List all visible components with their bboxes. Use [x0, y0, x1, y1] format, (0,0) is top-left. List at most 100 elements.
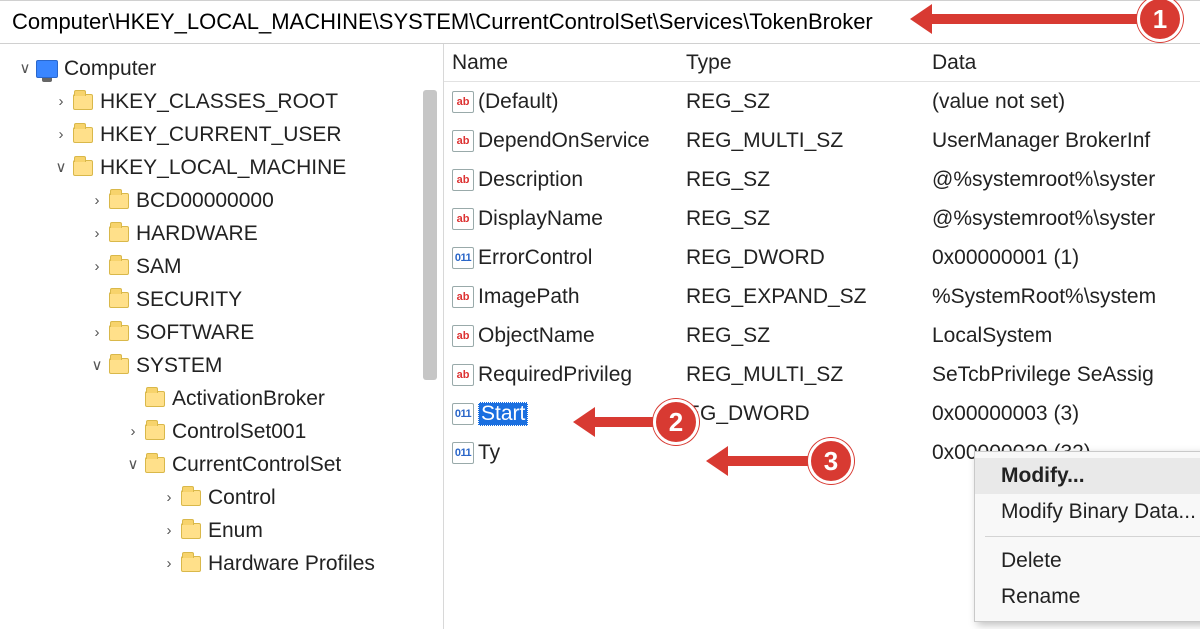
- value-type: REG_SZ: [686, 90, 932, 114]
- column-header-type[interactable]: Type: [686, 51, 932, 75]
- reg-string-icon: ab: [452, 364, 474, 386]
- column-header-name[interactable]: Name: [452, 51, 686, 75]
- reg-string-icon: ab: [452, 91, 474, 113]
- value-data: (value not set): [932, 90, 1200, 114]
- chevron-right-icon[interactable]: ›: [160, 481, 178, 514]
- value-row[interactable]: abDisplayNameREG_SZ@%systemroot%\syster: [444, 199, 1200, 238]
- value-name: RequiredPrivileg: [478, 363, 632, 387]
- folder-icon: [180, 487, 202, 509]
- tree-item[interactable]: ›Control: [0, 481, 443, 514]
- value-row[interactable]: 011ErrorControl REG_DWORD0x00000001 (1): [444, 238, 1200, 277]
- tree-item[interactable]: ∨HKEY_LOCAL_MACHINE: [0, 151, 443, 184]
- tree-item[interactable]: ∨ Computer: [0, 52, 443, 85]
- value-type: REG_SZ: [686, 168, 932, 192]
- reg-dword-icon: 011: [452, 247, 474, 269]
- chevron-right-icon[interactable]: ›: [160, 547, 178, 580]
- context-menu: Modify... Modify Binary Data... Delete R…: [974, 451, 1200, 622]
- reg-string-icon: ab: [452, 130, 474, 152]
- value-row[interactable]: ab(Default)REG_SZ(value not set): [444, 82, 1200, 121]
- registry-values-pane: Name Type Data ab(Default)REG_SZ(value n…: [444, 44, 1200, 629]
- tree-item[interactable]: › SOFTWARE: [0, 316, 443, 349]
- value-row[interactable]: abDependOnServiceREG_MULTI_SZUserManager…: [444, 121, 1200, 160]
- value-row[interactable]: abObjectNameREG_SZLocalSystem: [444, 316, 1200, 355]
- chevron-down-icon[interactable]: ∨: [52, 151, 70, 184]
- value-data: @%systemroot%\syster: [932, 207, 1200, 231]
- value-row[interactable]: abRequiredPrivileg REG_MULTI_SZSeTcbPrivi…: [444, 355, 1200, 394]
- folder-icon: [108, 190, 130, 212]
- tree-item-label: HKEY_CURRENT_USER: [100, 118, 342, 151]
- tree-item[interactable]: › HARDWARE: [0, 217, 443, 250]
- tree-item-label: SECURITY: [136, 283, 242, 316]
- address-bar[interactable]: [0, 0, 1200, 44]
- chevron-right-icon[interactable]: ›: [88, 250, 106, 283]
- tree-item-label: BCD00000000: [136, 184, 274, 217]
- tree-item[interactable]: › BCD00000000: [0, 184, 443, 217]
- tree-item[interactable]: ActivationBroker: [0, 382, 443, 415]
- chevron-right-icon[interactable]: ›: [160, 514, 178, 547]
- reg-string-icon: ab: [452, 169, 474, 191]
- tree-item[interactable]: ›Hardware Profiles: [0, 547, 443, 580]
- tree-item[interactable]: › SAM: [0, 250, 443, 283]
- folder-icon: [108, 355, 130, 377]
- chevron-right-icon[interactable]: ›: [88, 316, 106, 349]
- folder-icon: [72, 124, 94, 146]
- value-row[interactable]: abDescriptionREG_SZ@%systemroot%\syster: [444, 160, 1200, 199]
- folder-icon: [180, 520, 202, 542]
- chevron-down-icon[interactable]: ∨: [16, 52, 34, 85]
- chevron-down-icon[interactable]: ∨: [88, 349, 106, 382]
- folder-icon: [144, 388, 166, 410]
- folder-icon: [108, 289, 130, 311]
- value-data: 0x00000003 (3): [932, 402, 1200, 426]
- value-type: REG_DWORD: [686, 246, 932, 270]
- reg-string-icon: ab: [452, 286, 474, 308]
- chevron-right-icon[interactable]: ›: [88, 217, 106, 250]
- folder-icon: [108, 322, 130, 344]
- folder-icon: [180, 553, 202, 575]
- tree-item[interactable]: ›Enum: [0, 514, 443, 547]
- chevron-down-icon[interactable]: ∨: [124, 448, 142, 481]
- value-name: ObjectName: [478, 324, 595, 348]
- value-type: EG_DWORD: [686, 402, 932, 426]
- tree-scrollbar[interactable]: [423, 90, 437, 380]
- value-name: Description: [478, 168, 583, 192]
- value-data: UserManager BrokerInf: [932, 129, 1200, 153]
- tree-item[interactable]: › HKEY_CURRENT_USER: [0, 118, 443, 151]
- value-row[interactable]: 011StartEG_DWORD0x00000003 (3): [444, 394, 1200, 433]
- folder-icon: [108, 223, 130, 245]
- folder-icon: [108, 256, 130, 278]
- chevron-right-icon[interactable]: ›: [52, 118, 70, 151]
- context-menu-modify-binary[interactable]: Modify Binary Data...: [975, 494, 1200, 530]
- tree-item[interactable]: ∨ CurrentControlSet: [0, 448, 443, 481]
- tree-item-label: SOFTWARE: [136, 316, 254, 349]
- reg-string-icon: ab: [452, 325, 474, 347]
- value-row[interactable]: abImagePathREG_EXPAND_SZ%SystemRoot%\sys…: [444, 277, 1200, 316]
- column-header-data[interactable]: Data: [932, 51, 1200, 75]
- values-header-row: Name Type Data: [444, 44, 1200, 82]
- tree-item-label: ControlSet001: [172, 415, 306, 448]
- value-data: 0x00000001 (1): [932, 246, 1200, 270]
- tree-item-label: Computer: [64, 52, 156, 85]
- chevron-right-icon[interactable]: ›: [52, 85, 70, 118]
- tree-item[interactable]: ∨SYSTEM: [0, 349, 443, 382]
- tree-item-label: HARDWARE: [136, 217, 258, 250]
- reg-dword-icon: 011: [452, 442, 474, 464]
- tree-item[interactable]: SECURITY: [0, 283, 443, 316]
- tree-item[interactable]: › ControlSet001: [0, 415, 443, 448]
- tree-item-label: CurrentControlSet: [172, 448, 341, 481]
- context-menu-separator: [985, 536, 1200, 537]
- value-name: ErrorControl: [478, 246, 592, 270]
- context-menu-rename[interactable]: Rename: [975, 579, 1200, 615]
- context-menu-modify[interactable]: Modify...: [975, 458, 1200, 494]
- chevron-right-icon[interactable]: ›: [124, 415, 142, 448]
- tree-item[interactable]: › HKEY_CLASSES_ROOT: [0, 85, 443, 118]
- tree-item-label: HKEY_CLASSES_ROOT: [100, 85, 338, 118]
- value-type: REG_MULTI_SZ: [686, 363, 932, 387]
- address-input[interactable]: [8, 7, 1192, 37]
- context-menu-delete[interactable]: Delete: [975, 543, 1200, 579]
- chevron-right-icon[interactable]: ›: [88, 184, 106, 217]
- computer-icon: [36, 58, 58, 80]
- value-data: SeTcbPrivilege SeAssig: [932, 363, 1200, 387]
- tree-item-label: SAM: [136, 250, 182, 283]
- registry-tree-pane: ∨Computer›HKEY_CLASSES_ROOT›HKEY_CURRENT…: [0, 44, 444, 629]
- value-type: REG_SZ: [686, 207, 932, 231]
